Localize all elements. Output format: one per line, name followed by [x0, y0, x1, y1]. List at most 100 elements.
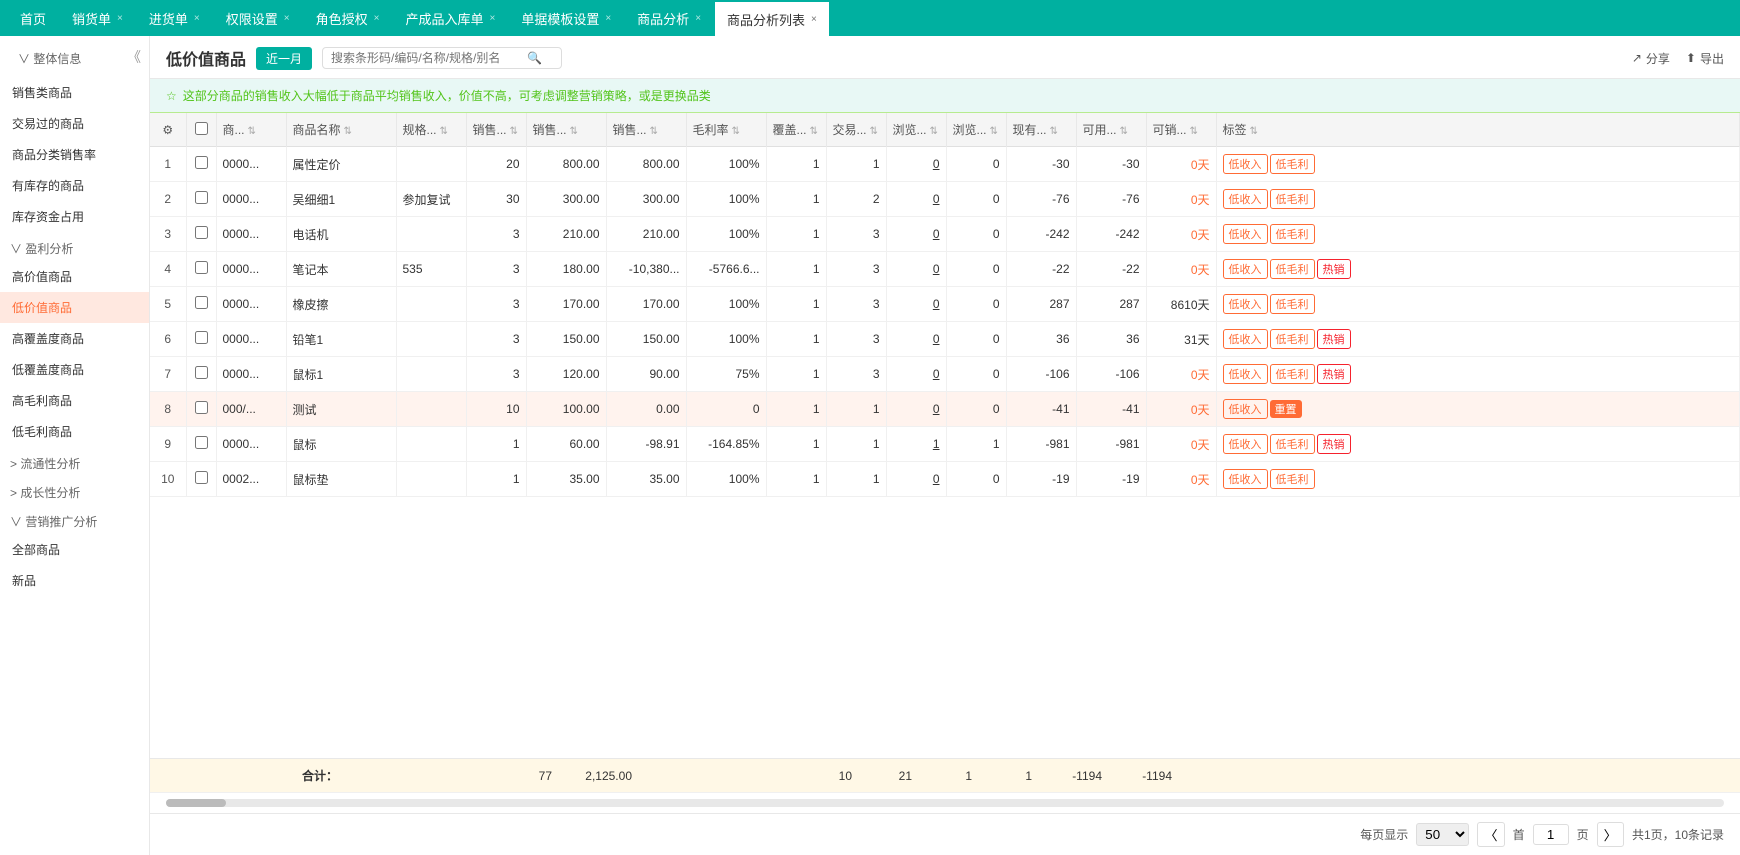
search-input[interactable]: [331, 51, 521, 65]
nav-item-goods-analysis-list[interactable]: 商品分析列表 ×: [715, 0, 829, 36]
share-button[interactable]: ↗ 分享: [1632, 50, 1670, 67]
row-checkbox[interactable]: [186, 147, 216, 182]
row-checkbox[interactable]: [186, 427, 216, 462]
nav-item-template[interactable]: 单据模板设置 ×: [509, 0, 623, 36]
first-page-button[interactable]: 〈: [1477, 822, 1504, 847]
export-button[interactable]: ⬆ 导出: [1686, 50, 1724, 67]
name-column-header[interactable]: 商品名称⇅: [286, 113, 396, 147]
row-view1[interactable]: 0: [886, 322, 946, 357]
trade-column-header[interactable]: 交易...⇅: [826, 113, 886, 147]
row-view2: 0: [946, 357, 1006, 392]
gross-rate-column-header[interactable]: 毛利率⇅: [686, 113, 766, 147]
nav-item-sales[interactable]: 销货单 ×: [60, 0, 135, 36]
nav-close-role[interactable]: ×: [374, 13, 380, 24]
row-tags: 低收入低毛利热销: [1216, 427, 1740, 462]
settings-column-header[interactable]: ⚙: [150, 113, 186, 147]
row-view1[interactable]: 0: [886, 252, 946, 287]
row-sales-avg: 800.00: [606, 147, 686, 182]
row-name: 电话机: [286, 217, 396, 252]
row-view1[interactable]: 0: [886, 392, 946, 427]
tag-label: 低毛利: [1270, 364, 1315, 384]
row-view1[interactable]: 0: [886, 462, 946, 497]
row-available: -22: [1076, 252, 1146, 287]
code-column-header[interactable]: 商...⇅: [216, 113, 286, 147]
view2-column-header[interactable]: 浏览...⇅: [946, 113, 1006, 147]
row-view1[interactable]: 0: [886, 357, 946, 392]
nav-item-home[interactable]: 首页: [8, 0, 58, 36]
spec-column-header[interactable]: 规格...⇅: [396, 113, 466, 147]
sales-amt-column-header[interactable]: 销售...⇅: [526, 113, 606, 147]
nav-close-purchase[interactable]: ×: [194, 13, 200, 24]
row-checkbox[interactable]: [186, 357, 216, 392]
row-spec: 535: [396, 252, 466, 287]
row-current: -242: [1006, 217, 1076, 252]
row-view1[interactable]: 0: [886, 287, 946, 322]
row-checkbox[interactable]: [186, 462, 216, 497]
sidebar-item-low-coverage[interactable]: 低覆盖度商品: [0, 354, 149, 385]
sidebar-item-sales-goods[interactable]: 销售类商品: [0, 77, 149, 108]
sidebar-item-high-value[interactable]: 高价值商品: [0, 261, 149, 292]
nav-close-goods-analysis-list[interactable]: ×: [811, 14, 817, 25]
row-view1[interactable]: 1: [886, 427, 946, 462]
tag-hot: 热销: [1317, 329, 1351, 349]
sidebar-item-stock-capital[interactable]: 库存资金占用: [0, 201, 149, 232]
checkbox-column-header[interactable]: [186, 113, 216, 147]
nav-close-goods-analysis[interactable]: ×: [695, 13, 701, 24]
per-page-select[interactable]: 50 20 100: [1416, 823, 1469, 846]
row-code: 0000...: [216, 147, 286, 182]
row-gross-rate: -164.85%: [686, 427, 766, 462]
row-checkbox[interactable]: [186, 322, 216, 357]
sidebar-item-low-margin[interactable]: 低毛利商品: [0, 416, 149, 447]
sidebar-item-all-goods[interactable]: 全部商品: [0, 534, 149, 565]
nav-item-product-warehouse[interactable]: 产成品入库单 ×: [393, 0, 507, 36]
row-checkbox[interactable]: [186, 287, 216, 322]
time-filter-button[interactable]: 近一月: [256, 47, 312, 70]
nav-close-template[interactable]: ×: [605, 13, 611, 24]
nav-close-permission[interactable]: ×: [284, 13, 290, 24]
sidebar-item-high-margin[interactable]: 高毛利商品: [0, 385, 149, 416]
select-all-checkbox[interactable]: [195, 122, 208, 135]
total-pages-info: 共1页，10条记录: [1632, 826, 1724, 843]
row-checkbox[interactable]: [186, 182, 216, 217]
scrollbar-thumb[interactable]: [166, 799, 226, 807]
sidebar-item-category-sales-rate[interactable]: 商品分类销售率: [0, 139, 149, 170]
page-number-input[interactable]: [1533, 824, 1569, 845]
table-row: 10 0002... 鼠标垫 1 35.00 35.00 100% 1 1 0 …: [150, 462, 1740, 497]
row-view1[interactable]: 0: [886, 217, 946, 252]
search-icon[interactable]: 🔍: [527, 51, 542, 65]
tag-column-header[interactable]: 标签⇅: [1216, 113, 1740, 147]
sidebar-group-growth[interactable]: > 成长性分析: [0, 476, 149, 505]
row-checkbox[interactable]: [186, 252, 216, 287]
available-column-header[interactable]: 可用...⇅: [1076, 113, 1146, 147]
next-page-button[interactable]: 〉: [1597, 822, 1624, 847]
current-column-header[interactable]: 现有...⇅: [1006, 113, 1076, 147]
saleable-column-header[interactable]: 可销...⇅: [1146, 113, 1216, 147]
row-view1[interactable]: 0: [886, 182, 946, 217]
view1-column-header[interactable]: 浏览...⇅: [886, 113, 946, 147]
sidebar-group-overall: ∨ 整体信息: [8, 42, 91, 71]
row-checkbox[interactable]: [186, 217, 216, 252]
row-view1[interactable]: 0: [886, 147, 946, 182]
nav-item-role[interactable]: 角色授权 ×: [304, 0, 392, 36]
nav-close-product-warehouse[interactable]: ×: [489, 13, 495, 24]
row-cover: 1: [766, 462, 826, 497]
nav-close-sales[interactable]: ×: [117, 13, 123, 24]
nav-item-permission[interactable]: 权限设置 ×: [214, 0, 302, 36]
sidebar-item-stock-goods[interactable]: 有库存的商品: [0, 170, 149, 201]
cover-column-header[interactable]: 覆盖...⇅: [766, 113, 826, 147]
sidebar-item-new-goods[interactable]: 新品: [0, 565, 149, 596]
row-checkbox[interactable]: [186, 392, 216, 427]
nav-item-purchase[interactable]: 进货单 ×: [137, 0, 212, 36]
row-gross-rate: 100%: [686, 462, 766, 497]
horizontal-scrollbar[interactable]: [166, 799, 1724, 807]
sidebar-item-low-value[interactable]: 低价值商品: [0, 292, 149, 323]
sales-qty-column-header[interactable]: 销售...⇅: [466, 113, 526, 147]
row-code: 0000...: [216, 357, 286, 392]
sales-avg-column-header[interactable]: 销售...⇅: [606, 113, 686, 147]
sidebar-collapse-btn[interactable]: 《: [127, 47, 141, 67]
tag-hot: 热销: [1317, 364, 1351, 384]
sidebar-group-flow[interactable]: > 流通性分析: [0, 447, 149, 476]
sidebar-item-high-coverage[interactable]: 高覆盖度商品: [0, 323, 149, 354]
nav-item-goods-analysis[interactable]: 商品分析 ×: [625, 0, 713, 36]
sidebar-item-traded-goods[interactable]: 交易过的商品: [0, 108, 149, 139]
